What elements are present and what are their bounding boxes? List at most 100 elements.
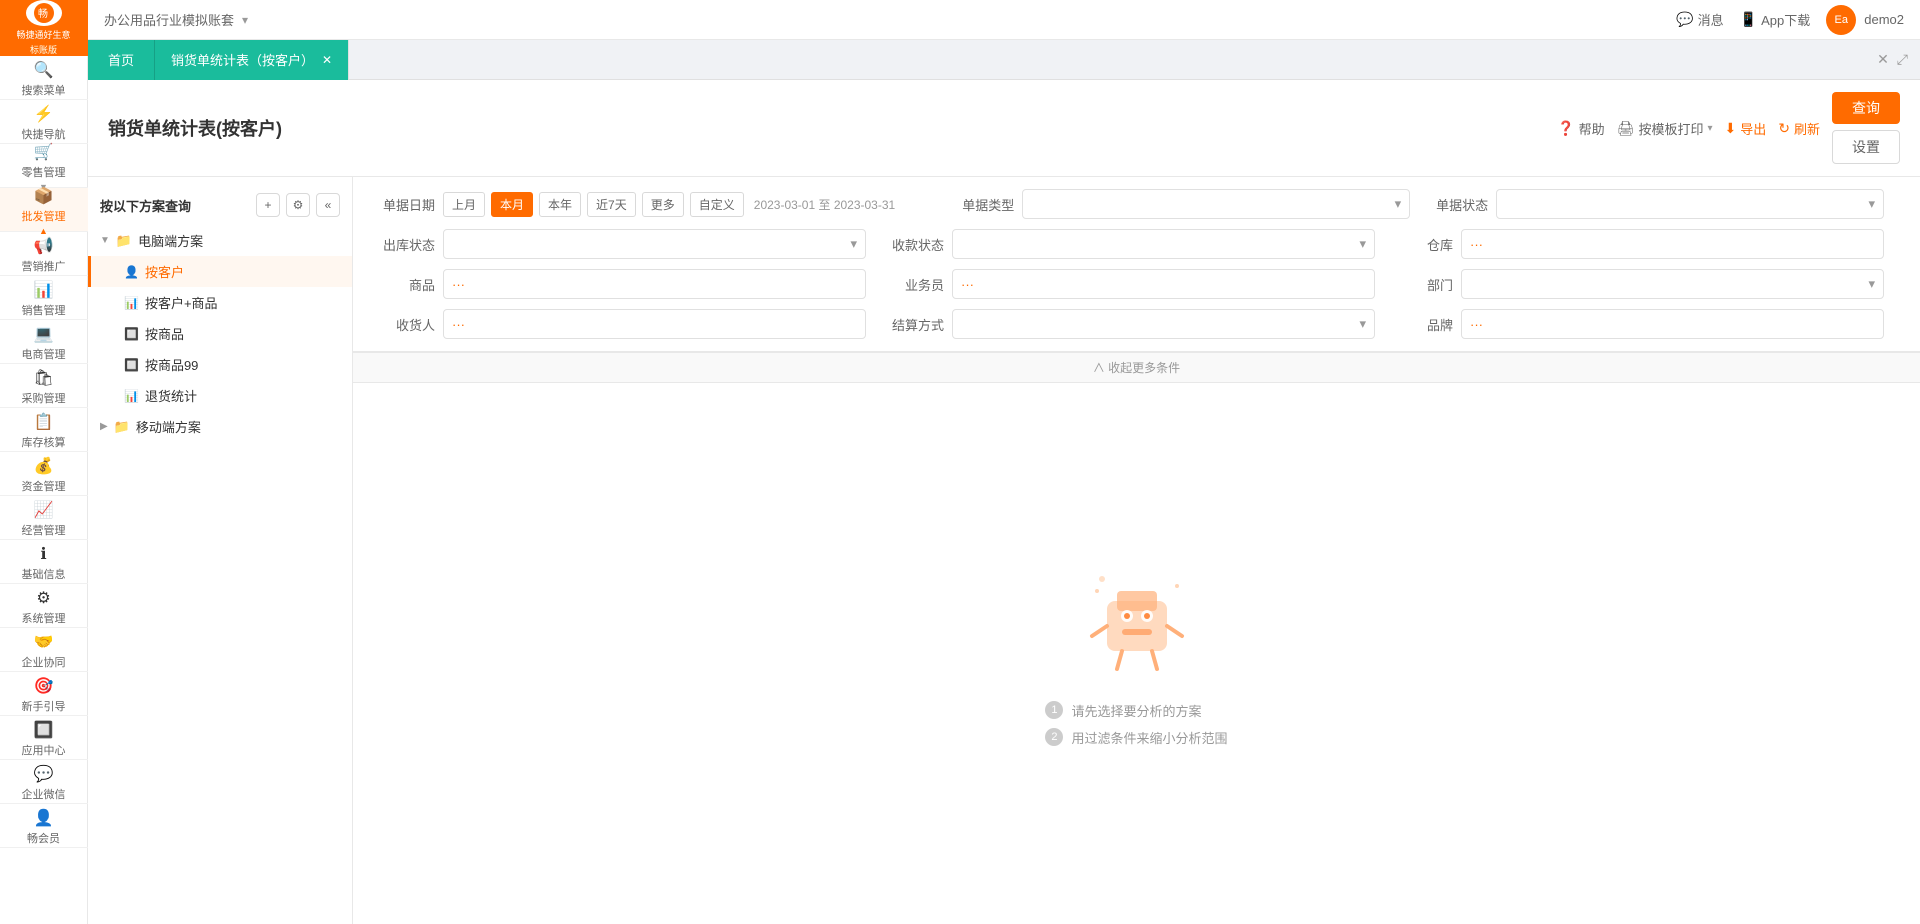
sidebar-label-appcenter: 应用中心 bbox=[22, 742, 66, 758]
sidebar-item-collab[interactable]: 🤝 企业协同 bbox=[0, 628, 88, 672]
payment-status-dropdown-icon: ▾ bbox=[1359, 236, 1366, 252]
sidebar-item-system[interactable]: ⚙ 系统管理 bbox=[0, 584, 88, 628]
tab-sales-stats-label: 销货单统计表（按客户） bbox=[171, 50, 314, 69]
sidebar-item-quick-nav[interactable]: ⚡ 快捷导航 bbox=[0, 100, 88, 144]
avatar: Ea bbox=[1826, 5, 1856, 35]
tabs-bar: 首页 销货单统计表（按客户） ✕ ✕ ⤢ bbox=[88, 40, 1920, 80]
department-select[interactable]: ▾ bbox=[1461, 269, 1884, 299]
sidebar-item-basic[interactable]: ℹ 基础信息 bbox=[0, 540, 88, 584]
recipient-label: 收货人 bbox=[373, 315, 443, 334]
panel-item-by-goods[interactable]: 🔲 按商品 bbox=[88, 318, 352, 349]
panel-header: 按以下方案查询 + ⚙ « bbox=[88, 185, 352, 225]
svg-text:畅: 畅 bbox=[38, 7, 48, 20]
sidebar-item-wechat[interactable]: 💬 企业微信 bbox=[0, 760, 88, 804]
order-status-select[interactable]: ▾ bbox=[1496, 189, 1884, 219]
sidebar-item-inventory[interactable]: 📋 库存核算 bbox=[0, 408, 88, 452]
goods99-icon: 🔲 bbox=[124, 358, 139, 372]
right-content: 单据日期 上月 本月 本年 近7天 更多 自定义 2023-03-01 至 20… bbox=[353, 177, 1920, 924]
sidebar-item-search[interactable]: 🔍 搜索菜单 bbox=[0, 56, 88, 100]
help-btn[interactable]: ❓ 帮助 bbox=[1557, 119, 1604, 138]
by-goods-icon: 🔲 bbox=[124, 327, 139, 341]
user-info[interactable]: Ea demo2 bbox=[1826, 5, 1904, 35]
mobile-folder-icon: 📁 bbox=[114, 419, 130, 435]
order-type-select[interactable]: ▾ bbox=[1022, 189, 1410, 219]
refresh-btn[interactable]: ↻ 刷新 bbox=[1778, 119, 1820, 138]
tab-close-icon[interactable]: ✕ bbox=[322, 53, 332, 67]
tab-sales-stats[interactable]: 销货单统计表（按客户） ✕ bbox=[155, 40, 349, 80]
panel-item-customer-goods[interactable]: 📊 按客户+商品 bbox=[88, 287, 352, 318]
export-btn[interactable]: ⬇ 导出 bbox=[1725, 119, 1767, 138]
empty-tip-2: 2 用过滤条件来缩小分析范围 bbox=[1045, 728, 1227, 747]
collapse-bar[interactable]: ∧ 收起更多条件 bbox=[353, 352, 1920, 383]
sidebar-item-appcenter[interactable]: 🔲 应用中心 bbox=[0, 716, 88, 760]
panel-collapse-btn[interactable]: « bbox=[316, 193, 340, 217]
goods-select[interactable]: ··· bbox=[443, 269, 866, 299]
top-header: 办公用品行业模拟账套 ▾ 💬 消息 📱 App下载 Ea demo2 bbox=[88, 0, 1920, 40]
sidebar-item-sales[interactable]: 📊 销售管理 bbox=[0, 276, 88, 320]
panel-add-btn[interactable]: + bbox=[256, 193, 280, 217]
print-label: 按模板打印 bbox=[1638, 119, 1703, 138]
panel-group-desktop-title[interactable]: ▼ 📁 电脑端方案 bbox=[88, 225, 352, 256]
sidebar-label-purchase: 采购管理 bbox=[22, 390, 66, 406]
ops-icon: 📈 bbox=[34, 500, 54, 520]
date-btn-more[interactable]: 更多 bbox=[642, 192, 684, 217]
out-status-select[interactable]: ▾ bbox=[443, 229, 866, 259]
customer-icon: 👤 bbox=[124, 265, 139, 279]
recipient-select[interactable]: ··· bbox=[443, 309, 866, 339]
add-icon: + bbox=[264, 198, 271, 212]
sidebar-item-ops[interactable]: 📈 经营管理 bbox=[0, 496, 88, 540]
sidebar-item-finance[interactable]: 💰 资金管理 bbox=[0, 452, 88, 496]
sidebar-label-basic: 基础信息 bbox=[22, 566, 66, 582]
sidebar-item-member[interactable]: 👤 畅会员 bbox=[0, 804, 88, 848]
print-btn[interactable]: 🖨 按模板打印 ▾ bbox=[1617, 119, 1713, 138]
panel-group-mobile-title[interactable]: ▶ 📁 移动端方案 bbox=[88, 411, 352, 442]
settings-button[interactable]: 设置 bbox=[1832, 130, 1900, 164]
sidebar-item-retail[interactable]: 🛒 零售管理 ▼ bbox=[0, 144, 88, 188]
refresh-icon: ↻ bbox=[1778, 120, 1790, 137]
panel-header-icons: + ⚙ « bbox=[256, 193, 340, 217]
maximize-btn[interactable]: ⤢ bbox=[1897, 51, 1908, 68]
marketing-icon: 📢 bbox=[34, 236, 54, 256]
panel-settings-btn[interactable]: ⚙ bbox=[286, 193, 310, 217]
filter-row-3: 商品 ··· 业务员 ··· 部门 ▾ bbox=[373, 269, 1900, 299]
warehouse-select[interactable]: ··· bbox=[1461, 229, 1884, 259]
date-btn-this-year[interactable]: 本年 bbox=[539, 192, 581, 217]
salesman-select[interactable]: ··· bbox=[952, 269, 1375, 299]
mobile-group-expand-icon: ▶ bbox=[100, 421, 108, 432]
logo-icon: 畅 bbox=[26, 0, 62, 26]
collapse-label: ∧ 收起更多条件 bbox=[1093, 359, 1180, 376]
panel-item-return-stats[interactable]: 📊 退货统计 bbox=[88, 380, 352, 411]
main-body: 按以下方案查询 + ⚙ « bbox=[88, 177, 1920, 924]
sidebar-item-ecom[interactable]: 💻 电商管理 bbox=[0, 320, 88, 364]
basic-icon: ℹ bbox=[40, 544, 46, 564]
member-icon: 👤 bbox=[34, 808, 54, 828]
panel-item-by-customer[interactable]: 👤 按客户 bbox=[88, 256, 352, 287]
payment-status-select[interactable]: ▾ bbox=[952, 229, 1375, 259]
dropdown-icon[interactable]: ▾ bbox=[242, 13, 248, 27]
mobile-group-title-label: 移动端方案 bbox=[136, 417, 201, 436]
message-btn[interactable]: 💬 消息 bbox=[1676, 10, 1723, 29]
sidebar-item-purchase[interactable]: 🛍 采购管理 bbox=[0, 364, 88, 408]
payment-status-label: 收款状态 bbox=[882, 235, 952, 254]
date-btn-last-month[interactable]: 上月 bbox=[443, 192, 485, 217]
wholesale-icon: 📦 bbox=[34, 186, 54, 206]
sidebar-label-retail: 零售管理 bbox=[22, 164, 66, 180]
date-btn-custom[interactable]: 自定义 bbox=[690, 192, 744, 217]
sidebar-item-wholesale[interactable]: 📦 批发管理 ▲ bbox=[0, 188, 88, 232]
date-btn-7days[interactable]: 近7天 bbox=[587, 192, 636, 217]
department-label: 部门 bbox=[1391, 275, 1461, 294]
settlement-select[interactable]: ▾ bbox=[952, 309, 1375, 339]
minimize-btn[interactable]: ✕ bbox=[1877, 51, 1889, 68]
sidebar-item-newbie[interactable]: 🎯 新手引导 bbox=[0, 672, 88, 716]
sidebar-item-marketing[interactable]: 📢 营销推广 bbox=[0, 232, 88, 276]
tab-home[interactable]: 首页 bbox=[88, 40, 155, 80]
brand-dots: ··· bbox=[1470, 317, 1483, 332]
app-download-label: App下载 bbox=[1761, 10, 1810, 29]
item-label-customer-goods: 按客户+商品 bbox=[145, 293, 218, 312]
query-button[interactable]: 查询 bbox=[1832, 92, 1900, 124]
app-download-btn[interactable]: 📱 App下载 bbox=[1740, 10, 1811, 29]
help-icon: ❓ bbox=[1557, 120, 1574, 137]
date-btn-this-month[interactable]: 本月 bbox=[491, 192, 533, 217]
brand-select[interactable]: ··· bbox=[1461, 309, 1884, 339]
panel-item-goods99[interactable]: 🔲 按商品99 bbox=[88, 349, 352, 380]
